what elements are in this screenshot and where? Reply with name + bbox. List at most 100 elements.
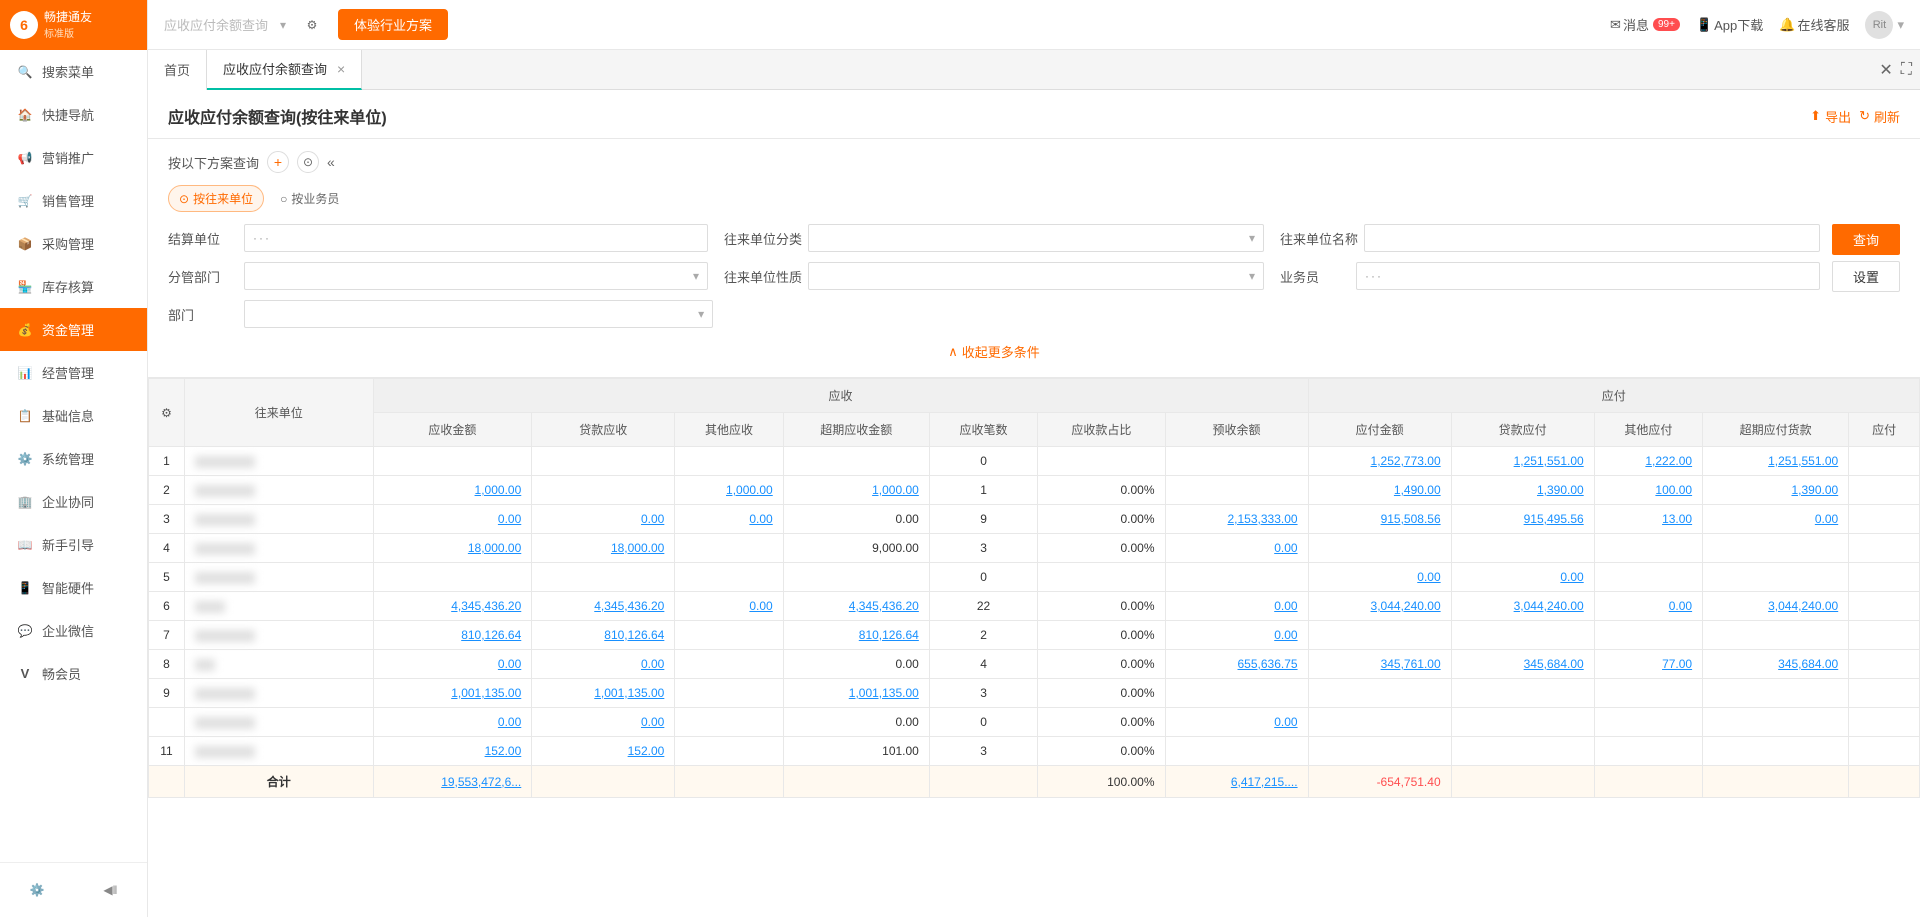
scheme-salesman-icon: ○ [280,192,287,206]
sidebar-item-quick-nav[interactable]: 🏠 快捷导航 [0,93,147,136]
filter-title-row: 按以下方案查询 + ⊙ « [168,151,1900,173]
topbar-chevron[interactable]: ▾ [280,18,286,32]
setting-btn[interactable]: 设置 [1832,261,1900,292]
unit-nature-input[interactable]: ▾ [808,262,1264,290]
unit-category-input[interactable]: ▾ [808,224,1264,252]
sidebar-item-label: 基础信息 [42,406,94,425]
page-title: 应收应付余额查询(按往来单位) [168,104,387,128]
dropdown-arrow: ▾ [1249,231,1255,245]
ar-prepay-cell [1165,447,1308,476]
online-service-label: 在线客服 [1797,15,1849,34]
collapse-more-icon: ∧ [948,344,958,360]
inventory-icon: 🏪 [16,278,34,296]
sidebar-item-member[interactable]: V 畅会员 [0,652,147,695]
ar-amount-cell [373,447,532,476]
page-header-actions: ⬆ 导出 ↻ 刷新 [1810,107,1900,126]
inner-dept-input[interactable]: ▾ [244,300,713,328]
scheme-salesman-label: 按业务员 [291,190,339,207]
footer-ap-amount: -654,751.40 [1308,766,1451,798]
sidebar-item-sales[interactable]: 🛒 销售管理 [0,179,147,222]
message-badge: 99+ [1653,18,1680,31]
footer-ar-ratio: 100.00% [1038,766,1165,798]
sidebar-item-purchase[interactable]: 📦 采购管理 [0,222,147,265]
ap-overdue-cell: 1,251,551.00 [1703,447,1849,476]
settlement-unit-input[interactable]: ··· [244,224,708,252]
filter-area: 按以下方案查询 + ⊙ « ⊙ 按往来单位 ○ 按业务员 [148,139,1920,378]
ar-prepay-header: 预收余额 [1165,413,1308,447]
sidebar-item-enterprise[interactable]: 🏢 企业协同 [0,480,147,523]
ar-overdue-header: 超期应收金额 [783,413,929,447]
dept-input[interactable]: ▾ [244,262,708,290]
trial-btn[interactable]: 体验行业方案 [338,9,448,40]
filter-settings-btn[interactable]: ⊙ [297,151,319,173]
scheme-by-salesman[interactable]: ○ 按业务员 [270,186,349,211]
sidebar-item-basic-info[interactable]: 📋 基础信息 [0,394,147,437]
filter-row-1: 结算单位 ··· 往来单位分类 ▾ [168,224,1820,252]
scheme-unit-label: 按往来单位 [193,190,253,207]
page-header: 应收应付余额查询(按往来单位) ⬆ 导出 ↻ 刷新 [148,90,1920,139]
service-icon: 🔔 [1779,17,1795,33]
message-btn[interactable]: ✉ 消息 99+ [1610,15,1680,34]
gear-icon: ⚙ [307,18,318,32]
tab-home-label: 首页 [164,60,190,79]
settlement-unit-label: 结算单位 [168,229,238,248]
tab-home[interactable]: 首页 [148,50,207,90]
tab-ar-ap-query[interactable]: 应收应付余额查询 × [207,50,362,90]
unit-name-input[interactable] [1364,224,1820,252]
ap-overdue-header: 超期应付货款 [1703,413,1849,447]
export-btn[interactable]: ⬆ 导出 [1810,107,1851,126]
ap-loan-header: 贷款应付 [1451,413,1594,447]
filter-collapse-btn[interactable]: « [327,154,335,170]
filter-field-inner-dept: 部门 ▾ [168,300,713,328]
sidebar-item-marketing[interactable]: 📢 营销推广 [0,136,147,179]
logo-icon: 6 [10,11,38,39]
salesman-input[interactable]: ··· [1356,262,1820,290]
tabbar-expand-btn[interactable]: ⛶ [1901,61,1912,79]
scheme-by-unit[interactable]: ⊙ 按往来单位 [168,185,264,212]
filter-row-2: 分管部门 ▾ 往来单位性质 ▾ [168,262,1820,290]
collapse-icon: ◀‖ [103,883,117,897]
sidebar-collapse-btn[interactable]: ◀‖ [87,873,133,907]
sidebar-item-wechat[interactable]: 💬 企业微信 [0,609,147,652]
user-dropdown-icon: ▾ [1897,17,1904,33]
sidebar-item-smart-hw[interactable]: 📱 智能硬件 [0,566,147,609]
sidebar-item-system[interactable]: ⚙️ 系统管理 [0,437,147,480]
unit-name-label: 往来单位名称 [1280,229,1358,248]
tabbar-actions: ✕ ⛶ [1871,60,1920,80]
ap-col-cell [1849,447,1920,476]
logo-sub: 标准版 [44,25,92,40]
table-settings-icon[interactable]: ⚙ [161,406,172,420]
collapse-more-label: 收起更多条件 [962,342,1040,361]
app-download-btn[interactable]: 📱 App下载 [1696,15,1763,34]
table-container: ⚙ 往来单位 应收 应付 应收金额 贷款应收 其他应收 超期应收金额 应收笔数 … [148,378,1920,917]
query-btn[interactable]: 查询 [1832,224,1900,255]
settings-col-header[interactable]: ⚙ [149,379,185,447]
tabbar-close-btn[interactable]: ✕ [1879,60,1892,80]
ar-group-header: 应收 [373,379,1308,413]
sidebar-item-inventory[interactable]: 🏪 库存核算 [0,265,147,308]
topbar-gear-btn[interactable]: ⚙ [298,11,326,39]
member-icon: V [16,665,34,683]
sidebar-item-finance[interactable]: 💰 资金管理 [0,308,147,351]
filter-collapse-more[interactable]: ∧ 收起更多条件 [168,338,1820,365]
sidebar-item-label: 系统管理 [42,449,94,468]
row-num: 1 [149,447,185,476]
sidebar-item-operation[interactable]: 📊 经营管理 [0,351,147,394]
sidebar-item-label: 采购管理 [42,234,94,253]
tab-close-icon[interactable]: × [337,61,345,77]
data-table: ⚙ 往来单位 应收 应付 应收金额 贷款应收 其他应收 超期应收金额 应收笔数 … [148,378,1920,798]
ar-count-cell: 0 [929,447,1037,476]
inner-dept-arrow: ▾ [698,307,704,321]
table-footer-row: 合计 19,553,472,6... 100.00% 6,417,215....… [149,766,1920,798]
refresh-btn[interactable]: ↻ 刷新 [1859,107,1900,126]
sidebar-settings-btn[interactable]: ⚙️ [13,873,60,907]
user-avatar[interactable]: Rit ▾ [1865,11,1904,39]
online-service-btn[interactable]: 🔔 在线客服 [1779,15,1849,34]
filter-add-btn[interactable]: + [267,151,289,173]
sidebar: 6 畅捷通友 标准版 🔍 搜索菜单 🏠 快捷导航 📢 营销推广 🛒 销售管理 📦… [0,0,148,917]
sidebar-item-search-menu[interactable]: 🔍 搜索菜单 [0,50,147,93]
sidebar-item-label: 智能硬件 [42,578,94,597]
table-row: 9 1,001,135.00 1,001,135.00 1,001,135.00… [149,679,1920,708]
sidebar-item-label: 畅会员 [42,664,81,683]
sidebar-item-guide[interactable]: 📖 新手引导 [0,523,147,566]
